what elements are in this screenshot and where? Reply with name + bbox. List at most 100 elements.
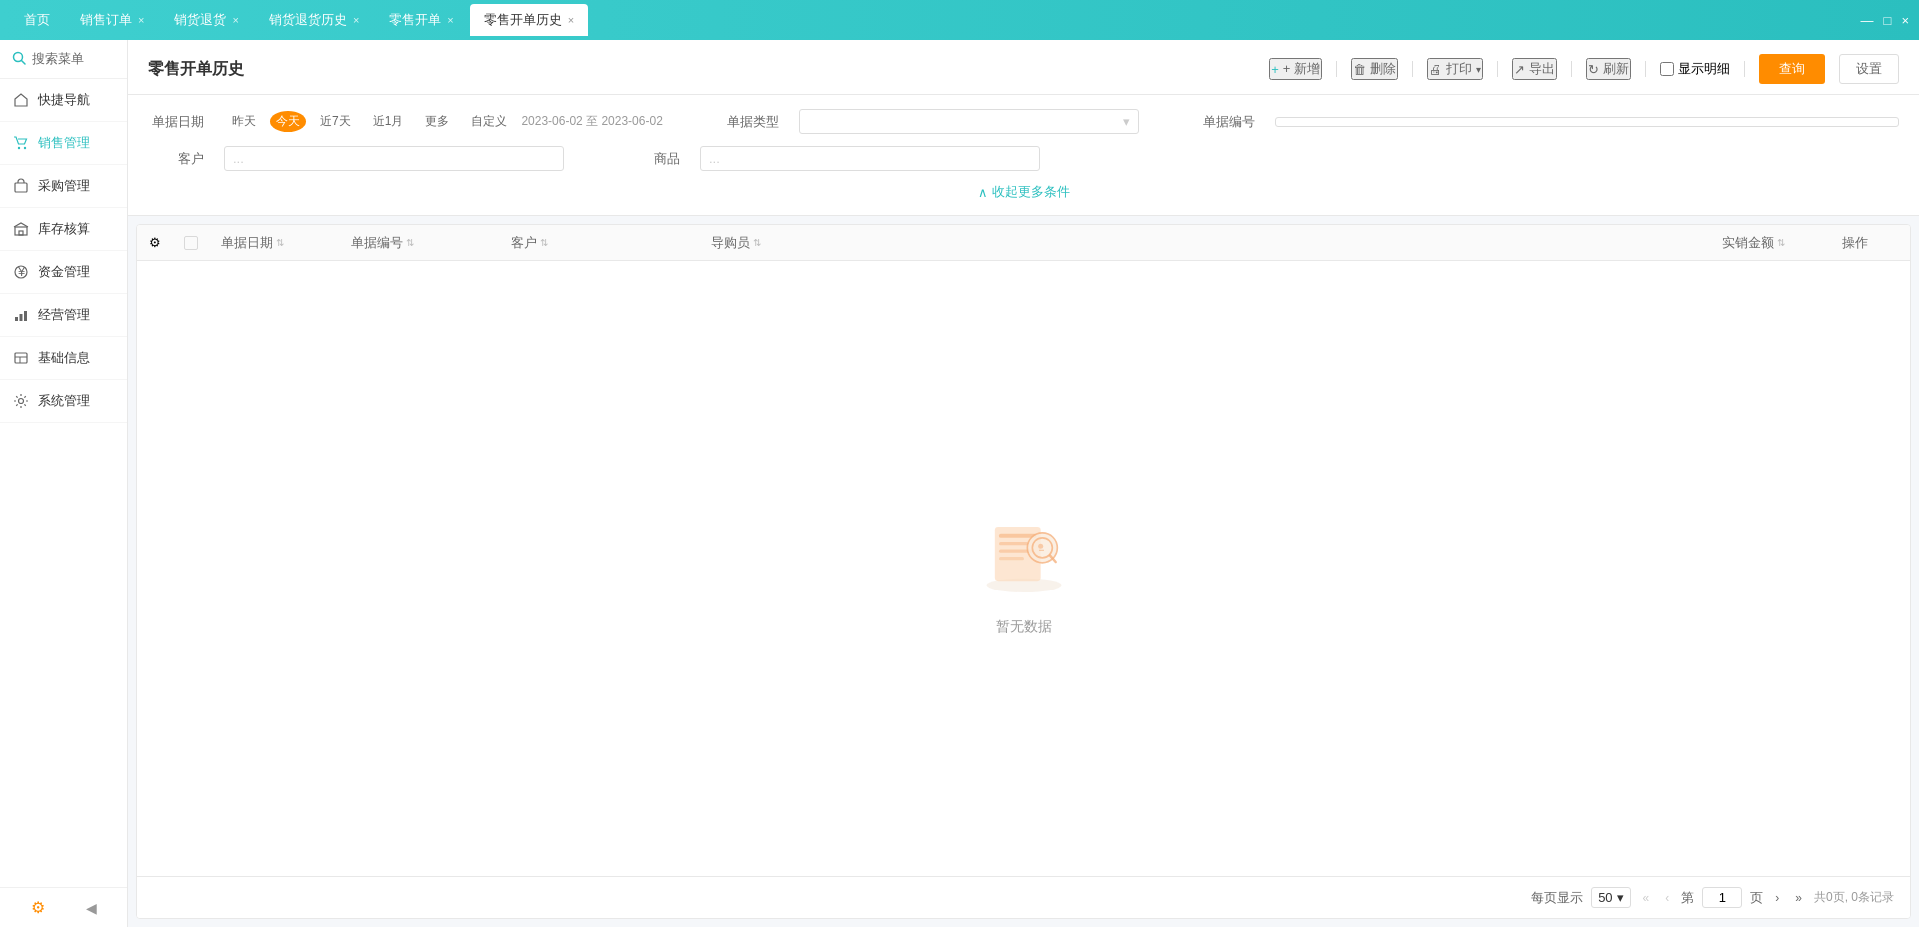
tab-retail-open-label: 零售开单 (389, 11, 441, 29)
svg-rect-21 (999, 557, 1024, 560)
th-guide[interactable]: 导购员 ⇅ (699, 234, 819, 252)
svg-rect-12 (15, 353, 27, 363)
tab-home-label: 首页 (24, 11, 50, 29)
th-date-sort[interactable]: ⇅ (276, 237, 284, 248)
svg-rect-10 (20, 314, 23, 321)
sidebar-label-inventory: 库存核算 (38, 220, 90, 238)
sidebar-item-system[interactable]: 系统管理 (0, 380, 127, 423)
chevron-down-icon: ▾ (1123, 114, 1130, 129)
tab-retail-open-history[interactable]: 零售开单历史 × (470, 4, 588, 36)
coin-icon: ¥ (12, 263, 30, 281)
window-controls: — □ × (1861, 13, 1909, 28)
table-header: ⚙ 单据日期 ⇅ 单据编号 ⇅ 客户 ⇅ 导购员 (137, 225, 1910, 261)
tab-sales-order[interactable]: 销售订单 × (66, 4, 158, 36)
add-button[interactable]: + + 新增 (1269, 58, 1322, 80)
th-customer[interactable]: 客户 ⇅ (499, 234, 699, 252)
th-date[interactable]: 单据日期 ⇅ (209, 234, 339, 252)
page-first-btn[interactable]: « (1639, 889, 1654, 907)
th-amount[interactable]: 实销金额 ⇅ (1710, 234, 1830, 252)
customer-input[interactable]: ... (224, 146, 564, 171)
table-select-all-checkbox[interactable] (184, 236, 198, 250)
restore-btn[interactable]: □ (1884, 13, 1892, 28)
sidebar-item-quick-nav[interactable]: 快捷导航 (0, 79, 127, 122)
sidebar-item-operation[interactable]: 经营管理 (0, 294, 127, 337)
tab-sales-order-close[interactable]: × (138, 14, 144, 26)
date-btn-yesterday[interactable]: 昨天 (224, 111, 264, 132)
tab-sales-return-history[interactable]: 销货退货历史 × (255, 4, 373, 36)
sidebar: 搜索菜单 快捷导航 销售管理 采购管理 库存核算 (0, 40, 128, 927)
refresh-button[interactable]: ↻ 刷新 (1586, 58, 1631, 80)
sidebar-item-purchase-mgmt[interactable]: 采购管理 (0, 165, 127, 208)
date-btn-today[interactable]: 今天 (270, 111, 306, 132)
tab-home[interactable]: 首页 (10, 4, 64, 36)
sidebar-label-sales-mgmt: 销售管理 (38, 134, 90, 152)
goods-input[interactable]: ... (700, 146, 1040, 171)
doc-type-select[interactable]: ▾ (799, 109, 1139, 134)
empty-text: 暂无数据 (996, 618, 1052, 636)
print-button[interactable]: 🖨 打印 ▾ (1427, 58, 1483, 80)
collapse-row[interactable]: ∧ 收起更多条件 (148, 183, 1899, 201)
svg-point-2 (18, 147, 20, 149)
sidebar-item-sales-mgmt[interactable]: 销售管理 (0, 122, 127, 165)
delete-button[interactable]: 🗑 删除 (1351, 58, 1398, 80)
tab-sales-return[interactable]: 销货退货 × (160, 4, 252, 36)
svg-line-1 (22, 60, 26, 64)
tab-sales-return-close[interactable]: × (232, 14, 238, 26)
date-btn-more[interactable]: 更多 (417, 111, 457, 132)
divider2 (1412, 61, 1413, 77)
sidebar-item-finance[interactable]: ¥ 资金管理 (0, 251, 127, 294)
sidebar-label-purchase-mgmt: 采购管理 (38, 177, 90, 195)
th-amount-sort[interactable]: ⇅ (1777, 237, 1785, 248)
per-page-select[interactable]: 50 ▾ (1591, 887, 1630, 908)
tab-retail-open-close[interactable]: × (447, 14, 453, 26)
svg-text:¥: ¥ (17, 264, 26, 279)
svg-point-25 (1038, 543, 1043, 548)
sidebar-collapse-icon[interactable]: ◀ (86, 900, 97, 916)
divider1 (1336, 61, 1337, 77)
sidebar-label-finance: 资金管理 (38, 263, 90, 281)
query-button[interactable]: 查询 (1759, 54, 1825, 84)
warehouse-icon (12, 220, 30, 238)
page-next-btn[interactable]: › (1771, 889, 1783, 907)
per-page-label: 每页显示 (1531, 889, 1583, 907)
table-col-settings[interactable]: ⚙ (137, 235, 173, 250)
print-icon: 🖨 (1429, 62, 1442, 77)
display-detail-toggle[interactable]: 显示明细 (1660, 60, 1730, 78)
search-icon (12, 51, 26, 68)
tab-sales-return-history-close[interactable]: × (353, 14, 359, 26)
goods-value: ... (709, 151, 720, 166)
sidebar-search[interactable]: 搜索菜单 (0, 40, 127, 79)
customer-value: ... (233, 151, 244, 166)
sidebar-settings-icon[interactable]: ⚙ (31, 898, 45, 917)
date-btn-1month[interactable]: 近1月 (365, 111, 412, 132)
export-button[interactable]: ↗ 导出 (1512, 58, 1557, 80)
th-customer-label: 客户 (511, 234, 537, 252)
th-num-sort[interactable]: ⇅ (406, 237, 414, 248)
page-prev-btn[interactable]: ‹ (1661, 889, 1673, 907)
add-icon: + (1271, 62, 1279, 77)
svg-rect-4 (15, 183, 27, 192)
tab-retail-open[interactable]: 零售开单 × (375, 4, 467, 36)
close-btn[interactable]: × (1901, 13, 1909, 28)
sidebar-item-inventory[interactable]: 库存核算 (0, 208, 127, 251)
date-btn-custom[interactable]: 自定义 (463, 111, 515, 132)
table-col-checkbox (173, 236, 209, 250)
th-customer-sort[interactable]: ⇅ (540, 237, 548, 248)
tab-retail-open-history-close[interactable]: × (568, 14, 574, 26)
page-title: 零售开单历史 (148, 59, 244, 80)
doc-num-label: 单据编号 (1199, 113, 1255, 131)
page-last-btn[interactable]: » (1791, 889, 1806, 907)
page-input[interactable] (1702, 887, 1742, 908)
doc-num-input[interactable] (1275, 117, 1899, 127)
setting-button[interactable]: 设置 (1839, 54, 1899, 84)
display-detail-checkbox[interactable] (1660, 62, 1674, 76)
tab-retail-open-history-label: 零售开单历史 (484, 11, 562, 29)
th-num[interactable]: 单据编号 ⇅ (339, 234, 499, 252)
th-guide-sort[interactable]: ⇅ (753, 237, 761, 248)
date-btn-7days[interactable]: 近7天 (312, 111, 359, 132)
minimize-btn[interactable]: — (1861, 13, 1874, 28)
table-settings-icon[interactable]: ⚙ (149, 235, 161, 250)
divider6 (1744, 61, 1745, 77)
page-label: 第 (1681, 889, 1694, 907)
sidebar-item-base-info[interactable]: 基础信息 (0, 337, 127, 380)
